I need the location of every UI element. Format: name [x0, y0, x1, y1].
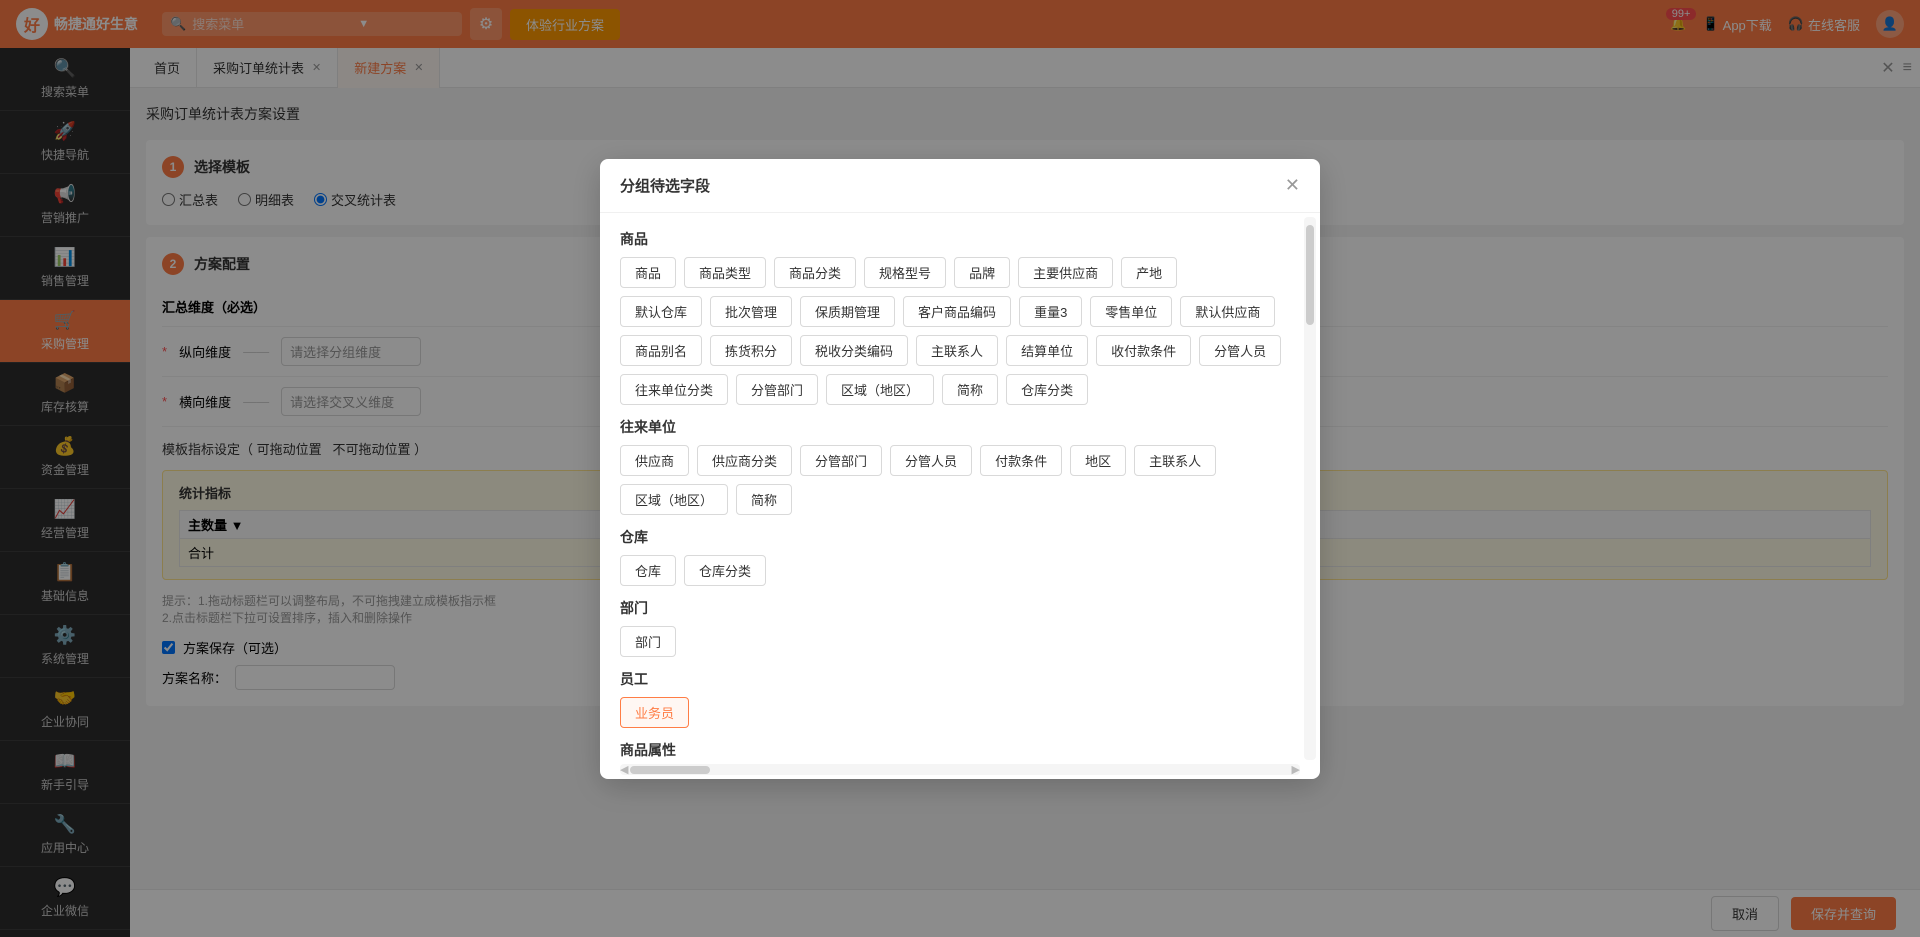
- field-tag-payment-terms[interactable]: 收付款条件: [1096, 335, 1191, 366]
- field-selection-modal: 分组待选字段 ✕ 商品 商品 商品类型 商品分类 规格型号 品牌 主要供应商 产…: [600, 159, 1320, 779]
- field-tag-supplier[interactable]: 供应商: [620, 445, 689, 476]
- modal-vscroll-thumb: [1306, 225, 1314, 325]
- field-tag-product-alias[interactable]: 商品别名: [620, 335, 702, 366]
- field-tag-payment-cond[interactable]: 付款条件: [980, 445, 1062, 476]
- group-title-dept: 部门: [620, 598, 1284, 618]
- field-tag-settle-unit[interactable]: 结算单位: [1006, 335, 1088, 366]
- field-tag-manager[interactable]: 分管人员: [1199, 335, 1281, 366]
- field-tags-partner-row2: 区域（地区） 简称: [620, 484, 1284, 515]
- field-tag-default-supplier[interactable]: 默认供应商: [1180, 296, 1275, 327]
- field-tag-partner-category[interactable]: 往来单位分类: [620, 374, 728, 405]
- field-tags-partner-row1: 供应商 供应商分类 分管部门 分管人员 付款条件 地区 主联系人: [620, 445, 1284, 476]
- field-tag-retail-unit[interactable]: 零售单位: [1090, 296, 1172, 327]
- field-tag-warehouse-cat-product[interactable]: 仓库分类: [1006, 374, 1088, 405]
- field-tag-dept-in-charge[interactable]: 分管部门: [736, 374, 818, 405]
- field-tag-origin[interactable]: 产地: [1121, 257, 1177, 288]
- field-tag-tax-code[interactable]: 税收分类编码: [800, 335, 908, 366]
- field-tag-dept[interactable]: 部门: [620, 626, 676, 657]
- field-tags-dept: 部门: [620, 626, 1284, 657]
- field-tag-main-supplier[interactable]: 主要供应商: [1018, 257, 1113, 288]
- group-title-product-attr: 商品属性: [620, 740, 1284, 760]
- field-tag-product[interactable]: 商品: [620, 257, 676, 288]
- field-tag-weight3[interactable]: 重量3: [1019, 296, 1082, 327]
- field-tag-region-partner[interactable]: 区域（地区）: [620, 484, 728, 515]
- field-tag-spec-model[interactable]: 规格型号: [864, 257, 946, 288]
- field-tag-product-type[interactable]: 商品类型: [684, 257, 766, 288]
- field-tag-main-contact[interactable]: 主联系人: [916, 335, 998, 366]
- group-title-warehouse: 仓库: [620, 527, 1284, 547]
- group-title-product: 商品: [620, 229, 1284, 249]
- field-tag-region-product[interactable]: 区域（地区）: [826, 374, 934, 405]
- modal-close-button[interactable]: ✕: [1285, 176, 1300, 194]
- field-tag-pick-score[interactable]: 拣货积分: [710, 335, 792, 366]
- modal-body-wrapper: 商品 商品 商品类型 商品分类 规格型号 品牌 主要供应商 产地 默认仓库 批次…: [600, 213, 1320, 765]
- field-tags-product-row2: 默认仓库 批次管理 保质期管理 客户商品编码 重量3 零售单位 默认供应商: [620, 296, 1284, 327]
- field-tag-warehouse-category[interactable]: 仓库分类: [684, 555, 766, 586]
- hscroll-right-arrow[interactable]: ▶: [1292, 763, 1300, 776]
- field-tag-default-warehouse[interactable]: 默认仓库: [620, 296, 702, 327]
- hscroll-left-arrow[interactable]: ◀: [620, 763, 628, 776]
- modal-header: 分组待选字段 ✕: [600, 159, 1320, 213]
- field-tag-dept-in-charge-partner[interactable]: 分管部门: [800, 445, 882, 476]
- field-tags-staff: 业务员: [620, 697, 1284, 728]
- field-tag-brand[interactable]: 品牌: [954, 257, 1010, 288]
- modal-title: 分组待选字段: [620, 175, 710, 196]
- field-tag-area[interactable]: 地区: [1070, 445, 1126, 476]
- field-tag-main-contact-partner[interactable]: 主联系人: [1134, 445, 1216, 476]
- modal-vscroll-track[interactable]: [1304, 217, 1316, 761]
- field-tag-expiry-manage[interactable]: 保质期管理: [800, 296, 895, 327]
- field-tags-product-row3: 商品别名 拣货积分 税收分类编码 主联系人 结算单位 收付款条件 分管人员: [620, 335, 1284, 366]
- field-tag-warehouse[interactable]: 仓库: [620, 555, 676, 586]
- modal-hscroll-thumb: [630, 766, 710, 774]
- field-tag-supplier-category[interactable]: 供应商分类: [697, 445, 792, 476]
- field-tags-product-row1: 商品 商品类型 商品分类 规格型号 品牌 主要供应商 产地: [620, 257, 1284, 288]
- field-tags-product-row4: 往来单位分类 分管部门 区域（地区） 简称 仓库分类: [620, 374, 1284, 405]
- field-tag-product-category[interactable]: 商品分类: [774, 257, 856, 288]
- group-title-partner: 往来单位: [620, 417, 1284, 437]
- field-tag-batch-manage[interactable]: 批次管理: [710, 296, 792, 327]
- field-tag-short-name-product[interactable]: 简称: [942, 374, 998, 405]
- modal-overlay: 分组待选字段 ✕ 商品 商品 商品类型 商品分类 规格型号 品牌 主要供应商 产…: [0, 0, 1920, 937]
- field-tag-short-name-partner[interactable]: 简称: [736, 484, 792, 515]
- modal-hscroll-track[interactable]: ◀ ▶: [620, 764, 1300, 774]
- modal-body: 商品 商品 商品类型 商品分类 规格型号 品牌 主要供应商 产地 默认仓库 批次…: [600, 213, 1304, 765]
- field-tags-warehouse: 仓库 仓库分类: [620, 555, 1284, 586]
- field-tag-manager-partner[interactable]: 分管人员: [890, 445, 972, 476]
- field-tag-customer-code[interactable]: 客户商品编码: [903, 296, 1011, 327]
- group-title-staff: 员工: [620, 669, 1284, 689]
- field-tag-salesperson[interactable]: 业务员: [620, 697, 689, 728]
